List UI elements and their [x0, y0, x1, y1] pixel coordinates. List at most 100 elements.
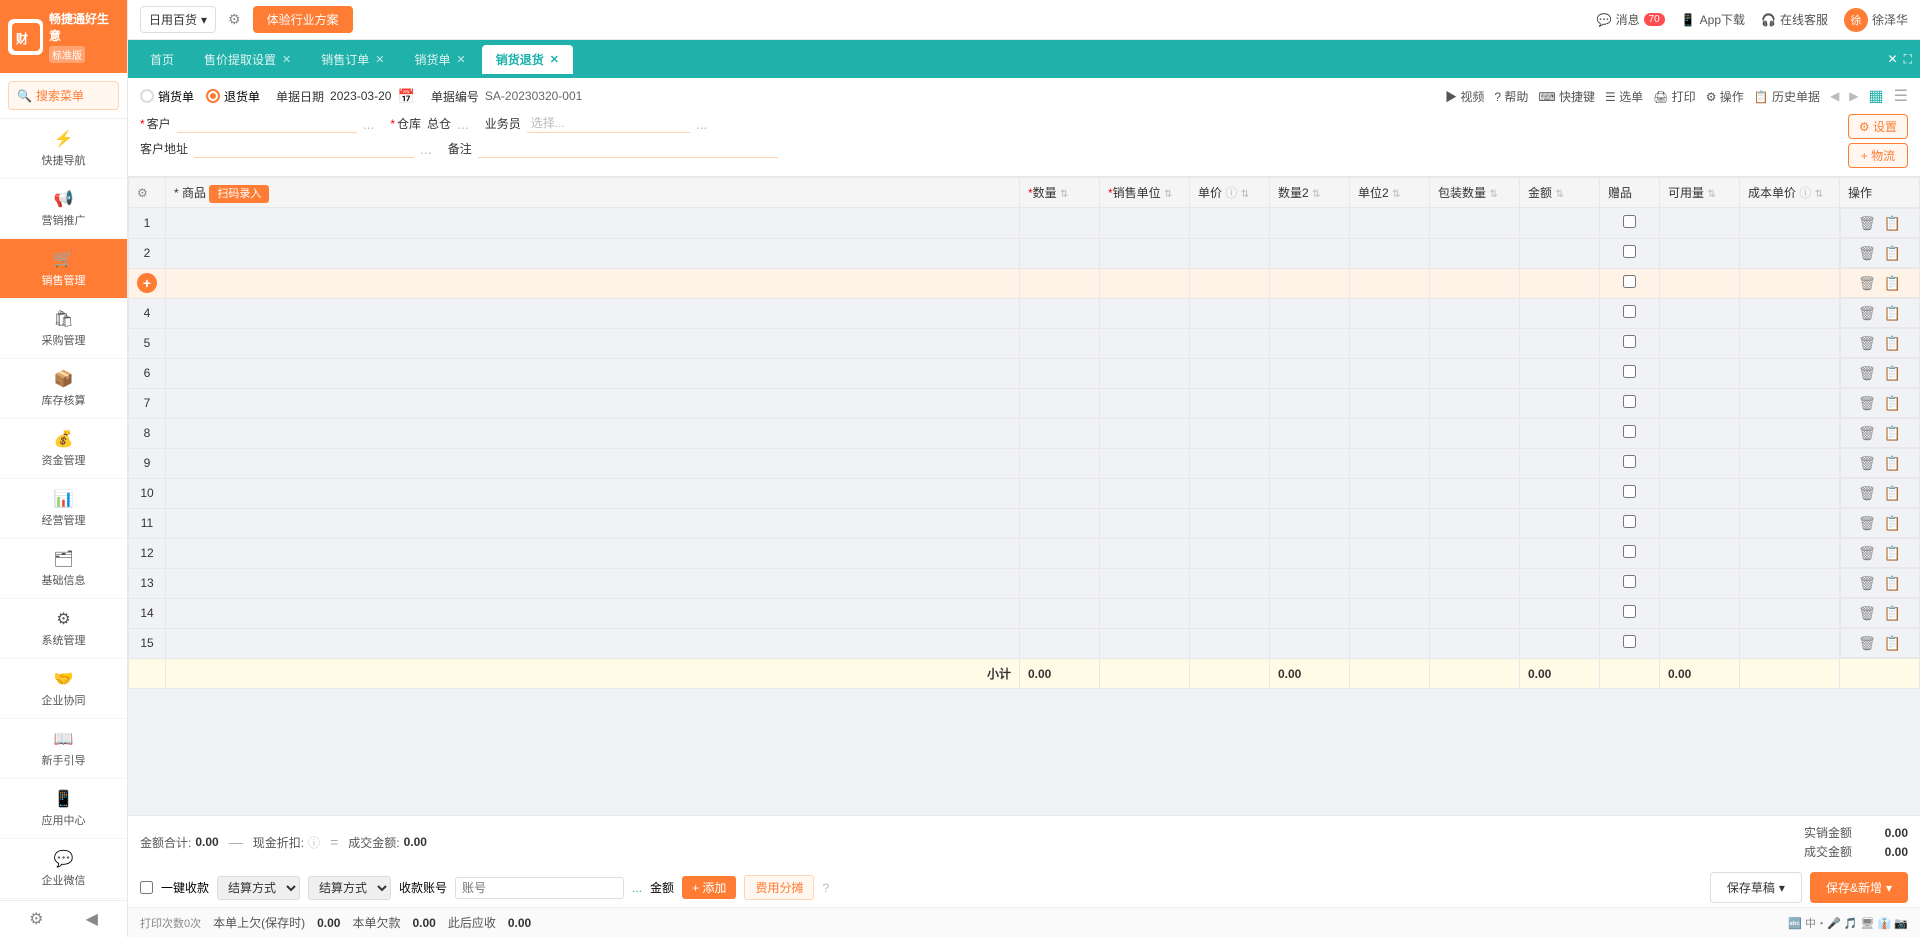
note-input[interactable]: [478, 139, 778, 158]
row-1-gift-checkbox[interactable]: [1623, 215, 1636, 228]
sidebar-collapse-button[interactable]: ◀: [86, 909, 98, 929]
toolbar-operation[interactable]: ⚙ 操作: [1706, 88, 1744, 105]
user-profile[interactable]: 徐 徐泽华: [1844, 8, 1908, 32]
row-2-cost-price[interactable]: [1740, 238, 1840, 268]
copy-button[interactable]: 📋: [1882, 603, 1903, 623]
tab-sales[interactable]: 销货单 ✕: [400, 45, 479, 74]
customer-input[interactable]: [177, 114, 357, 133]
copy-button[interactable]: 📋: [1882, 573, 1903, 593]
delete-button[interactable]: 🗑: [1856, 633, 1878, 653]
row-gift-checkbox[interactable]: [1623, 515, 1636, 528]
row-gift-checkbox[interactable]: [1623, 545, 1636, 558]
discount-info-icon[interactable]: ⓘ: [308, 834, 320, 851]
row-2-quantity[interactable]: [1020, 238, 1100, 268]
customer-select-icon[interactable]: ...: [363, 116, 375, 132]
delete-button[interactable]: 🗑: [1856, 543, 1878, 563]
row-1-sales-unit[interactable]: [1100, 208, 1190, 239]
row-gift-checkbox[interactable]: [1623, 575, 1636, 588]
row-1-copy-button[interactable]: 📋: [1882, 213, 1903, 233]
toolbar-select[interactable]: ☰ 选单: [1605, 88, 1643, 105]
tab-price-extract[interactable]: 售价提取设置 ✕: [190, 45, 305, 74]
row-1-unit2[interactable]: [1350, 208, 1430, 239]
package-qty-sort-icon[interactable]: ⇅: [1489, 189, 1497, 200]
copy-button[interactable]: 📋: [1882, 453, 1903, 473]
unit2-sort-icon[interactable]: ⇅: [1392, 189, 1400, 200]
row-3-product[interactable]: [166, 268, 1020, 298]
toolbar-help[interactable]: ? 帮助: [1494, 88, 1528, 105]
toolbar-print[interactable]: 🖨 打印: [1653, 88, 1696, 105]
row-2-available[interactable]: [1660, 238, 1740, 268]
scan-button[interactable]: 扫码录入: [209, 185, 269, 203]
delete-button[interactable]: 🗑: [1856, 603, 1878, 623]
row-1-available[interactable]: [1660, 208, 1740, 239]
row-2-sales-unit[interactable]: [1100, 238, 1190, 268]
row-gift-checkbox[interactable]: [1623, 335, 1636, 348]
sidebar-item-sales[interactable]: 🛒 销售管理: [0, 239, 127, 299]
history-next-icon[interactable]: ▶: [1849, 89, 1858, 103]
delete-button[interactable]: 🗑: [1856, 303, 1878, 323]
available-sort-icon[interactable]: ⇅: [1707, 189, 1715, 200]
copy-button[interactable]: 📋: [1882, 303, 1903, 323]
amount-sort-icon[interactable]: ⇅: [1555, 189, 1563, 200]
sidebar-item-system[interactable]: ⚙ 系统管理: [0, 599, 127, 659]
online-service-button[interactable]: 🎧 在线客服: [1761, 11, 1828, 28]
tab-sales-order[interactable]: 销售订单 ✕: [307, 45, 398, 74]
copy-button[interactable]: 📋: [1882, 393, 1903, 413]
row-1-package-qty[interactable]: [1430, 208, 1520, 239]
copy-button[interactable]: 📋: [1882, 543, 1903, 563]
row-3-amount[interactable]: [1520, 268, 1600, 298]
settings-side-button[interactable]: ⚙ 设置: [1848, 114, 1908, 139]
sidebar-item-weixin[interactable]: 💬 企业微信: [0, 839, 127, 899]
row-1-cost-price[interactable]: [1740, 208, 1840, 239]
row-2-quantity2[interactable]: [1270, 238, 1350, 268]
salesperson-input[interactable]: [527, 114, 690, 133]
toolbar-video[interactable]: ▶ 视频: [1445, 88, 1484, 105]
add-payment-button[interactable]: + 添加: [682, 876, 736, 899]
tab-sales-order-close[interactable]: ✕: [375, 53, 384, 66]
copy-button[interactable]: 📋: [1882, 513, 1903, 533]
copy-button[interactable]: 📋: [1882, 633, 1903, 653]
sidebar-item-app-center[interactable]: 📱 应用中心: [0, 779, 127, 839]
view-card-icon[interactable]: ▦: [1869, 86, 1884, 106]
category-select[interactable]: 日用百货 ▾: [140, 6, 216, 33]
row-1-delete-button[interactable]: 🗑: [1856, 213, 1878, 233]
experience-button[interactable]: 体验行业方案: [253, 6, 353, 33]
tab-sales-close[interactable]: ✕: [457, 53, 466, 66]
row-1-product[interactable]: [166, 208, 1020, 239]
radio-sales[interactable]: 销货单: [140, 88, 194, 105]
row-3-unit-price[interactable]: [1190, 268, 1270, 298]
salesperson-select-icon[interactable]: ...: [696, 116, 708, 132]
row-3-product-input[interactable]: [174, 276, 1011, 290]
sidebar-item-guide[interactable]: 📖 新手引导: [0, 719, 127, 779]
account-input[interactable]: [455, 877, 624, 899]
sidebar-item-collab[interactable]: 🤝 企业协同: [0, 659, 127, 719]
calendar-icon[interactable]: 📅: [397, 88, 414, 105]
row-3-available[interactable]: [1660, 268, 1740, 298]
copy-button[interactable]: 📋: [1882, 483, 1903, 503]
add-row-button[interactable]: +: [137, 273, 157, 293]
row-3-quantity2[interactable]: [1270, 268, 1350, 298]
address-select-icon[interactable]: ...: [420, 141, 432, 157]
row-2-delete-button[interactable]: 🗑: [1856, 243, 1878, 263]
row-2-copy-button[interactable]: 📋: [1882, 243, 1903, 263]
quantity2-sort-icon[interactable]: ⇅: [1312, 189, 1320, 200]
search-menu-button[interactable]: 🔍 搜索菜单: [8, 81, 119, 110]
sidebar-item-purchase[interactable]: 🛍 采购管理: [0, 299, 127, 359]
row-1-amount[interactable]: [1520, 208, 1600, 239]
sidebar-item-marketing[interactable]: 📢 营销推广: [0, 179, 127, 239]
address-input[interactable]: [194, 139, 414, 158]
copy-button[interactable]: 📋: [1882, 333, 1903, 353]
tab-price-extract-close[interactable]: ✕: [282, 53, 291, 66]
column-settings-icon[interactable]: ⚙: [137, 186, 148, 200]
row-3-unit2[interactable]: [1350, 268, 1430, 298]
maximize-icon[interactable]: ⛶: [1904, 52, 1912, 67]
expense-split-button[interactable]: 费用分摊: [744, 875, 814, 900]
logistics-side-button[interactable]: + 物流: [1848, 143, 1908, 168]
quick-payment-checkbox[interactable]: [140, 881, 153, 894]
row-gift-checkbox[interactable]: [1623, 425, 1636, 438]
row-3-gift-checkbox[interactable]: [1623, 275, 1636, 288]
app-download-button[interactable]: 📱 App下载: [1681, 11, 1745, 28]
row-gift-checkbox[interactable]: [1623, 485, 1636, 498]
tab-sales-return-close[interactable]: ✕: [550, 53, 559, 66]
message-button[interactable]: 💬 消息 70: [1597, 11, 1665, 28]
